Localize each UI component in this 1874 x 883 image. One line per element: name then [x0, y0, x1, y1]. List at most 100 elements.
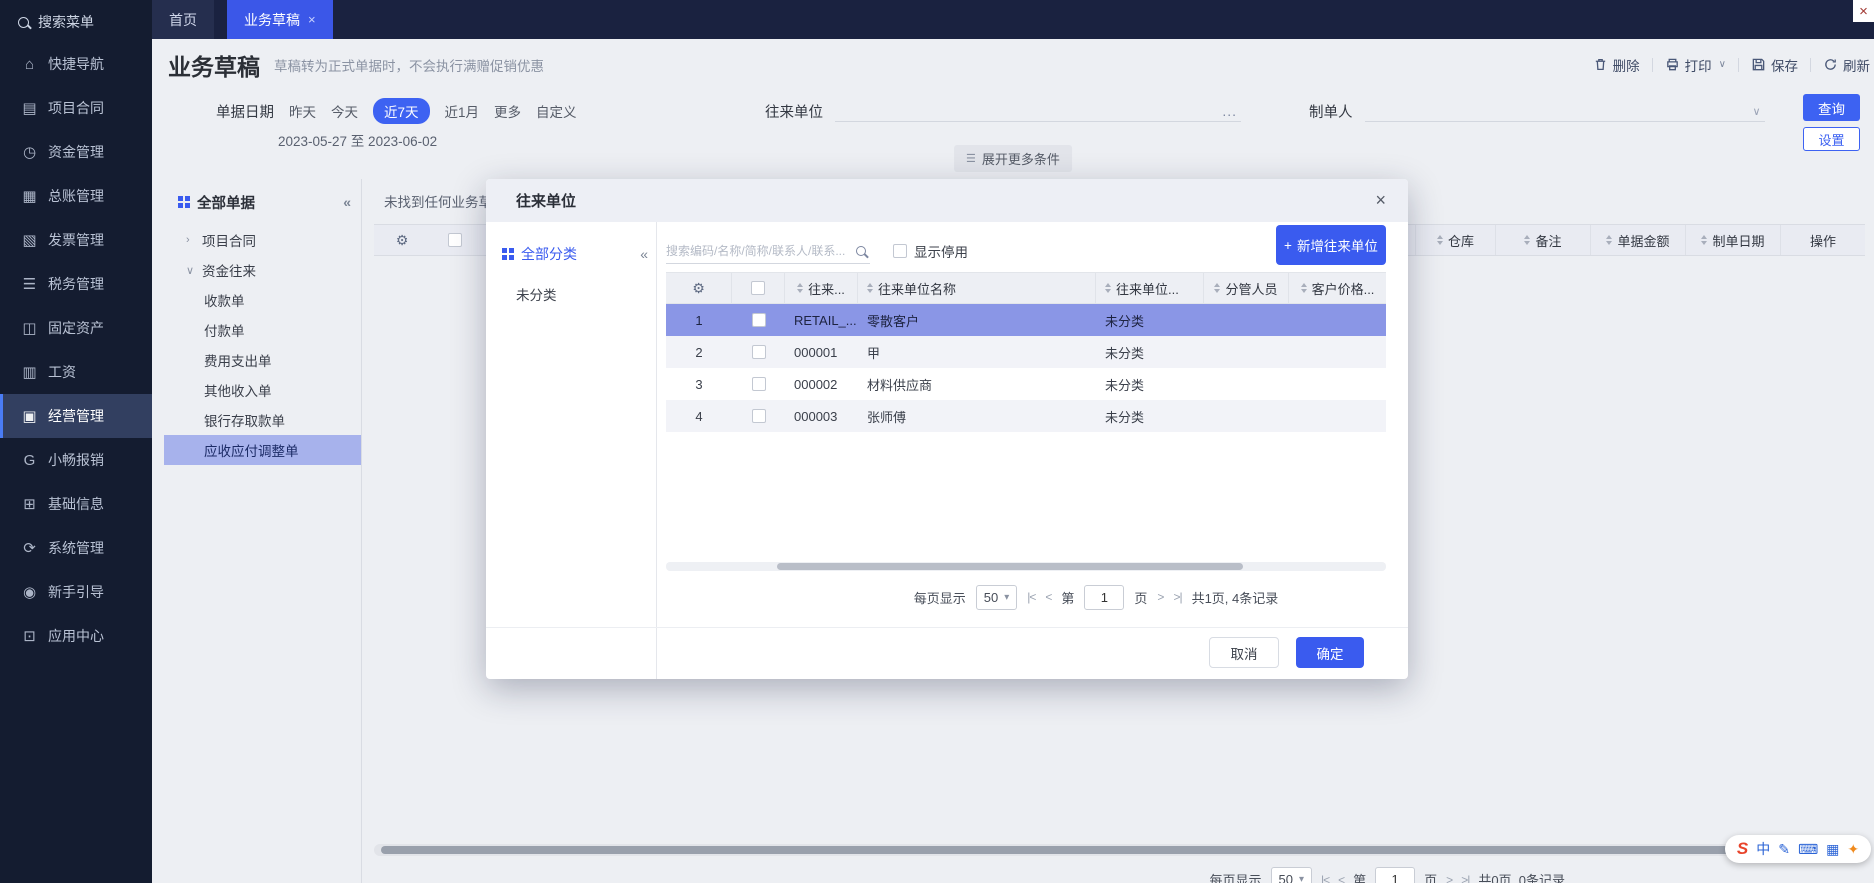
tab-close-icon[interactable]: × [308, 12, 316, 27]
sidebar-item-system[interactable]: ⟳ 系统管理 [0, 526, 152, 570]
show-disabled-toggle[interactable]: 显示停用 [893, 241, 968, 261]
tree-item-bank-deposit[interactable]: 银行存取款单 [164, 405, 361, 435]
page-number-input[interactable] [1375, 867, 1416, 883]
sidebar-item-project-contract[interactable]: ▤ 项目合同 [0, 86, 152, 130]
sidebar-item-general-ledger[interactable]: ▦ 总账管理 [0, 174, 152, 218]
row-checkbox[interactable] [751, 377, 766, 391]
tree-item-project-contract[interactable]: › 项目合同 [164, 225, 361, 255]
all-categories-item[interactable]: 全部分类 « [486, 222, 656, 264]
tree-item-expense[interactable]: 费用支出单 [164, 345, 361, 375]
sidebar-item-quick-nav[interactable]: ⌂ 快捷导航 [0, 42, 152, 86]
confirm-button[interactable]: 确定 [1296, 637, 1364, 668]
add-partner-button[interactable]: + 新增往来单位 [1276, 225, 1386, 265]
sidebar-item-reimburse[interactable]: G 小畅报销 [0, 438, 152, 482]
partner-filter-input[interactable]: ... [835, 98, 1241, 122]
dialog-horizontal-scrollbar[interactable] [666, 562, 1386, 571]
row-checkbox[interactable] [751, 409, 766, 423]
prev-page-button[interactable]: < [1338, 873, 1345, 883]
row-checkbox[interactable] [751, 313, 766, 327]
show-disabled-checkbox[interactable] [893, 244, 907, 258]
refresh-button[interactable]: 刷新 [1823, 55, 1870, 75]
partner-row[interactable]: 2 000001 甲 未分类 [666, 336, 1386, 368]
first-page-button[interactable]: |< [1027, 590, 1036, 604]
category-item-uncategorized[interactable]: 未分类 [486, 264, 656, 304]
print-button[interactable]: 打印 ∨ [1665, 55, 1726, 75]
tree-item-payment[interactable]: 付款单 [164, 315, 361, 345]
collapse-panel-icon[interactable]: « [640, 246, 648, 262]
sort-icon[interactable] [1436, 235, 1443, 245]
row-checkbox[interactable] [751, 345, 766, 359]
tab-business-draft[interactable]: 业务草稿 × [227, 0, 333, 39]
chevron-down-icon[interactable]: ∨ [1748, 105, 1764, 121]
last-page-button[interactable]: >| [1461, 873, 1470, 883]
sidebar-item-tax[interactable]: ☰ 税务管理 [0, 262, 152, 306]
tree-item-ar-ap-adjust[interactable]: 应收应付调整单 [164, 435, 361, 465]
column-create-date[interactable]: 制单日期 [1685, 225, 1780, 255]
column-partner-code[interactable]: 往来... [785, 273, 858, 303]
partner-row[interactable]: 4 000003 张师傅 未分类 [666, 400, 1386, 432]
sidebar-search[interactable]: 搜索菜单 [0, 0, 152, 42]
collapse-panel-icon[interactable]: « [343, 194, 351, 210]
sort-icon[interactable] [1300, 283, 1307, 293]
sidebar-item-payroll[interactable]: ▥ 工资 [0, 350, 152, 394]
window-close-button[interactable]: × [1853, 0, 1874, 22]
tree-item-funds-flow[interactable]: ∨ 资金往来 [164, 255, 361, 285]
sort-icon[interactable] [797, 283, 804, 293]
settings-button[interactable]: 设置 [1803, 127, 1860, 151]
prev-page-button[interactable]: < [1045, 590, 1052, 604]
date-option-today[interactable]: 今天 [331, 101, 358, 121]
first-page-button[interactable]: |< [1321, 873, 1330, 883]
sort-icon[interactable] [1105, 283, 1111, 293]
column-manager[interactable]: 分管人员 [1204, 273, 1289, 303]
tree-item-receipt[interactable]: 收款单 [164, 285, 361, 315]
column-partner-category[interactable]: 往来单位... [1096, 273, 1204, 303]
column-warehouse[interactable]: 仓库 [1415, 225, 1495, 255]
query-button[interactable]: 查询 [1803, 94, 1860, 121]
date-option-custom[interactable]: 自定义 [536, 101, 577, 121]
sidebar-item-app-center[interactable]: ⊡ 应用中心 [0, 614, 152, 658]
ime-pen-icon[interactable]: ✎ [1778, 841, 1790, 858]
scrollbar-thumb[interactable] [381, 846, 1843, 854]
sidebar-item-fixed-assets[interactable]: ◫ 固定资产 [0, 306, 152, 350]
partner-search-input[interactable] [666, 244, 854, 263]
date-option-more[interactable]: 更多 [494, 101, 521, 121]
cancel-button[interactable]: 取消 [1209, 637, 1279, 668]
table-settings-cell[interactable]: ⚙ [666, 273, 732, 303]
tree-item-other-income[interactable]: 其他收入单 [164, 375, 361, 405]
partner-picker-ellipsis[interactable]: ... [1218, 103, 1241, 121]
search-icon[interactable] [856, 246, 866, 256]
column-customer-price[interactable]: 客户价格... [1289, 273, 1386, 303]
sort-icon[interactable] [1524, 235, 1531, 245]
expand-more-button[interactable]: ☰ 展开更多条件 [954, 145, 1072, 172]
page-number-input[interactable] [1084, 584, 1125, 610]
scrollbar-thumb[interactable] [777, 563, 1243, 570]
next-page-button[interactable]: > [1157, 590, 1164, 604]
ime-grid-icon[interactable]: ▦ [1826, 841, 1839, 858]
partner-row[interactable]: 3 000002 材料供应商 未分类 [666, 368, 1386, 400]
sidebar-item-basic-info[interactable]: ⊞ 基础信息 [0, 482, 152, 526]
column-partner-name[interactable]: 往来单位名称 [858, 273, 1096, 303]
ime-keyboard-icon[interactable]: ⌨ [1798, 841, 1818, 858]
tab-home[interactable]: 首页 [152, 0, 214, 39]
date-option-month[interactable]: 近1月 [445, 101, 480, 121]
column-amount[interactable]: 单据金额 [1590, 225, 1685, 255]
ime-skin-icon[interactable]: ✦ [1847, 841, 1859, 858]
sidebar-item-funds[interactable]: ◷ 资金管理 [0, 130, 152, 174]
sort-icon[interactable] [1701, 235, 1708, 245]
table-settings-cell[interactable]: ⚙ [374, 225, 430, 255]
dialog-close-icon[interactable]: × [1375, 190, 1386, 211]
column-remark[interactable]: 备注 [1495, 225, 1590, 255]
creator-filter-input[interactable]: ∨ [1364, 98, 1765, 122]
select-all-checkbox[interactable] [751, 281, 765, 295]
next-page-button[interactable]: > [1446, 873, 1453, 883]
save-button[interactable]: 保存 [1751, 55, 1798, 75]
sogou-logo-icon[interactable]: S [1737, 839, 1748, 859]
sort-icon[interactable] [867, 283, 873, 293]
per-page-select[interactable]: 50 [1270, 867, 1312, 883]
date-option-yesterday[interactable]: 昨天 [289, 101, 316, 121]
date-option-7days[interactable]: 近7天 [373, 98, 430, 124]
sidebar-item-invoice[interactable]: ▧ 发票管理 [0, 218, 152, 262]
sort-icon[interactable] [1606, 235, 1613, 245]
partner-row-selected[interactable]: 1 RETAIL_... 零散客户 未分类 [666, 304, 1386, 336]
sort-icon[interactable] [1214, 283, 1221, 293]
